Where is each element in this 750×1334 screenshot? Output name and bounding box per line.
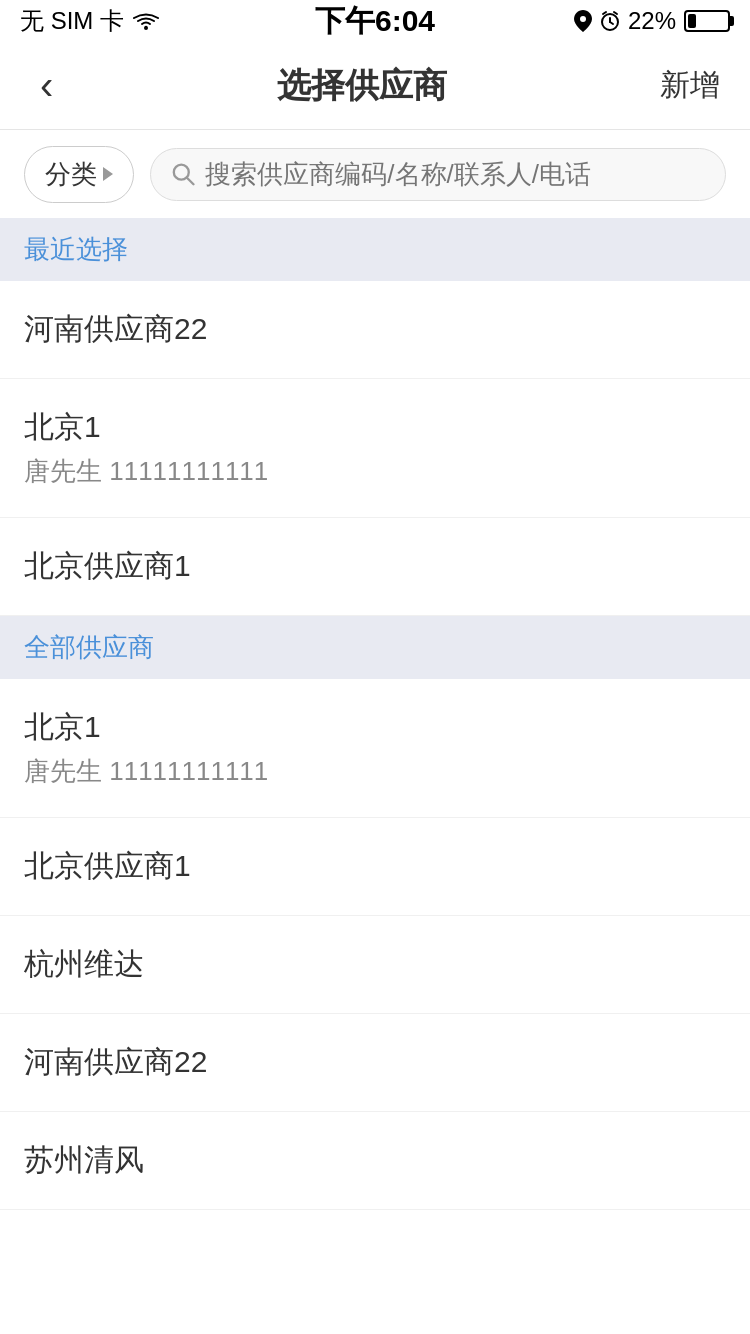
back-button[interactable]: ‹ [30,53,63,118]
search-input[interactable] [205,159,705,190]
svg-point-0 [144,26,148,30]
list-item[interactable]: 北京供应商1 [0,818,750,916]
status-right: 22% [574,7,730,35]
item-sub: 唐先生 11111111111 [24,454,726,489]
sim-label: 无 SIM 卡 [20,5,124,37]
recent-items-list: 河南供应商22 北京1 唐先生 11111111111 北京供应商1 [0,281,750,616]
category-label: 分类 [45,157,97,192]
svg-line-4 [610,22,613,24]
chevron-right-icon [103,167,113,181]
all-items-list: 北京1 唐先生 11111111111 北京供应商1 杭州维达河南供应商22 苏州清风 [0,679,750,1210]
all-section-header: 全部供应商 [0,616,750,679]
list-item[interactable]: 北京供应商1 [0,518,750,616]
item-name: 苏州清风 [24,1140,726,1181]
nav-bar: ‹ 选择供应商 新增 [0,42,750,130]
item-name: 北京供应商1 [24,846,726,887]
status-time: 下午6:04 [315,1,435,42]
battery-icon [684,10,730,32]
page-title: 选择供应商 [277,63,447,109]
category-filter[interactable]: 分类 [24,146,134,203]
list-item[interactable]: 北京1 唐先生 11111111111 [0,379,750,518]
search-icon [171,161,195,187]
item-name: 杭州维达 [24,944,726,985]
list-item[interactable]: 河南供应商22 [0,1014,750,1112]
svg-line-6 [614,12,617,14]
alarm-icon [600,10,620,32]
svg-point-1 [580,16,586,22]
svg-line-5 [603,12,606,14]
list-item[interactable]: 杭州维达 [0,916,750,1014]
list-item[interactable]: 河南供应商22 [0,281,750,379]
item-sub: 唐先生 11111111111 [24,754,726,789]
filter-bar: 分类 [0,130,750,218]
search-box[interactable] [150,148,726,201]
list-item[interactable]: 苏州清风 [0,1112,750,1210]
status-bar: 无 SIM 卡 下午6:04 22% [0,0,750,42]
svg-line-8 [187,178,194,185]
item-name: 河南供应商22 [24,309,726,350]
item-name: 北京1 [24,407,726,448]
wifi-icon [132,11,160,31]
status-left: 无 SIM 卡 [20,5,160,37]
location-icon [574,10,592,32]
add-button[interactable]: 新增 [660,65,720,106]
item-name: 河南供应商22 [24,1042,726,1083]
recent-section-header: 最近选择 [0,218,750,281]
item-name: 北京供应商1 [24,546,726,587]
battery-percent: 22% [628,7,676,35]
item-name: 北京1 [24,707,726,748]
list-item[interactable]: 北京1 唐先生 11111111111 [0,679,750,818]
